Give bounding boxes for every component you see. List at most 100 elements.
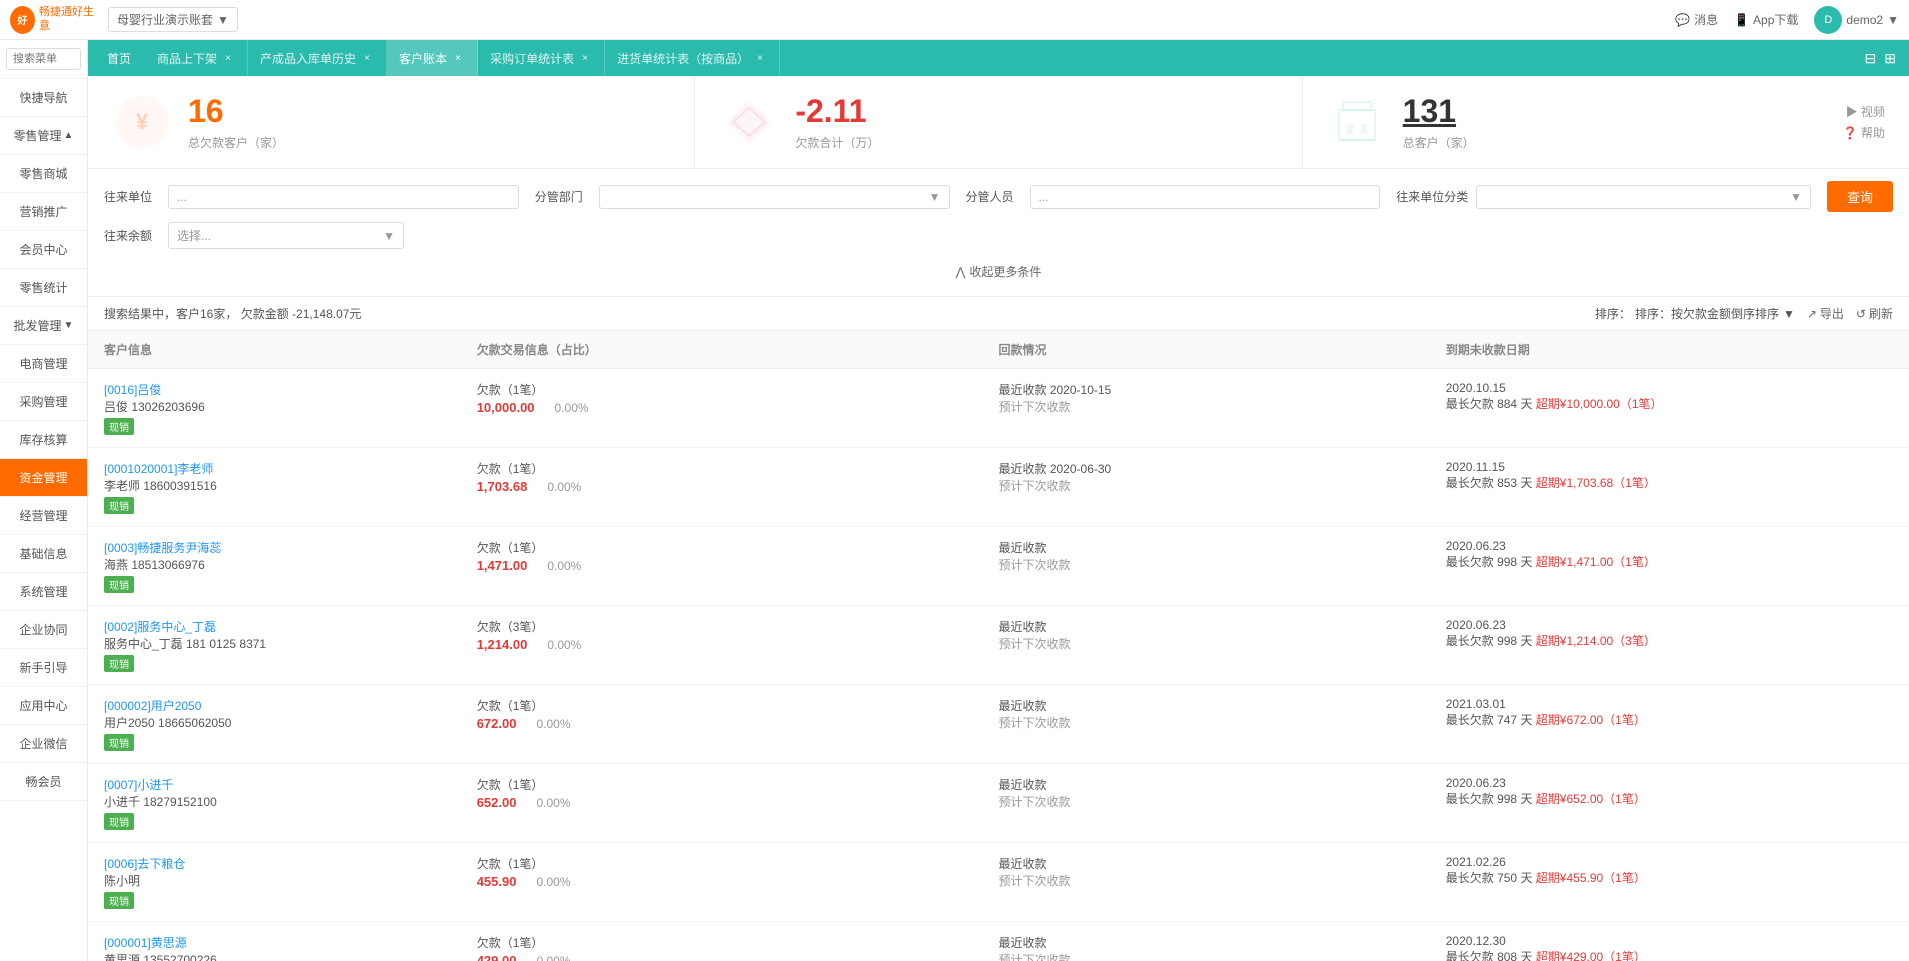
message-btn[interactable]: 💬 消息 [1675,11,1718,28]
customer-tag-6: 现销 [104,892,134,909]
app-logo: 好 畅捷通好生意 [10,6,98,34]
tab-product-history[interactable]: 产成品入库单历史 × [248,40,387,76]
customer-tag-0: 现销 [104,418,134,435]
sidebar-item-retail-mgmt[interactable]: 零售管理 ▲ [0,117,87,155]
sidebar-item-system[interactable]: 系统管理 [0,573,87,611]
due-days-1: 最长欠款 853 天 [1446,476,1533,490]
debt-percent-6: 0.00% [536,875,570,889]
sidebar-item-enterprise[interactable]: 企业协同 [0,611,87,649]
recovery-next-6: 预计下次收款 [999,872,1446,889]
tab-close-purchase-order[interactable]: × [578,51,592,65]
customer-code-link-6[interactable]: [0006]去下粮仓 [104,857,185,871]
debt-amount-4[interactable]: 672.00 [477,716,517,731]
filter-row-2: 往来余额 选择... ▼ [104,222,1893,249]
due-date-6: 2021.02.26 [1446,855,1893,869]
due-date-4: 2021.03.01 [1446,697,1893,711]
sidebar-item-retail-mall[interactable]: 零售商城 [0,155,87,193]
tab-close-product-history[interactable]: × [360,51,374,65]
owed-customers-label: 总欠款客户（家） [188,134,284,151]
recovery-next-0: 预计下次收款 [999,398,1446,415]
tab-purchase-order[interactable]: 采购订单统计表 × [478,40,605,76]
sidebar-item-inventory[interactable]: 库存核算 [0,421,87,459]
due-days-3: 最长欠款 998 天 [1446,634,1533,648]
debt-amount-6[interactable]: 455.90 [477,874,517,889]
debt-amount-5[interactable]: 652.00 [477,795,517,810]
customer-code-link-7[interactable]: [000001]黄思源 [104,936,187,950]
collapse-icon: ⋀ [956,265,966,279]
sidebar-item-finance[interactable]: 资金管理 [0,459,87,497]
sidebar-item-ecommerce[interactable]: 电商管理 [0,345,87,383]
customer-code-link-4[interactable]: [000002]用户2050 [104,699,201,713]
recovery-date-3: 最近收款 [999,618,1446,635]
app-download-btn[interactable]: 📱 App下载 [1734,11,1798,28]
due-days-5: 最长欠款 998 天 [1446,792,1533,806]
due-date-2: 2020.06.23 [1446,539,1893,553]
tab-close-product-off[interactable]: × [221,51,235,65]
debt-amount-1[interactable]: 1,703.68 [477,479,528,494]
app-name: 畅捷通好生意 [39,6,98,32]
due-overdue-link-2[interactable]: 超期¥1,471.00（1笔） [1536,555,1656,569]
sidebar-item-newbie[interactable]: 新手引导 [0,649,87,687]
customer-code-link-0[interactable]: [0016]吕俊 [104,383,161,397]
sidebar-item-purchase[interactable]: 采购管理 [0,383,87,421]
customer-code-link-3[interactable]: [0002]服务中心_丁磊 [104,620,216,634]
due-date-3: 2020.06.23 [1446,618,1893,632]
user-menu[interactable]: D demo2 ▼ [1814,6,1899,34]
sidebar-item-retail-stat[interactable]: 零售统计 [0,269,87,307]
help-btn[interactable]: ❓ 帮助 [1843,124,1885,141]
unit-category-select[interactable]: ▼ [1476,185,1811,209]
due-overdue-link-1[interactable]: 超期¥1,703.68（1笔） [1536,476,1656,490]
manager-input[interactable]: ... [1030,185,1381,209]
tab-close-inbound-stat[interactable]: × [753,51,767,65]
tab-customer-account[interactable]: 客户账本 × [387,40,478,76]
customer-name-7: 黄思源 13552700226 [104,951,477,961]
debt-amount-0[interactable]: 10,000.00 [477,400,535,415]
recovery-date-7: 最近收款 [999,934,1446,951]
svg-text:¥: ¥ [136,109,149,134]
debt-amount-3[interactable]: 1,214.00 [477,637,528,652]
due-overdue-link-7[interactable]: 超期¥429.00（1笔） [1536,950,1646,961]
tabs-minimize[interactable]: ⊟ [1865,50,1877,67]
sidebar-item-wx-work[interactable]: 企业微信 [0,725,87,763]
sidebar-item-operations[interactable]: 经营管理 [0,497,87,535]
recovery-next-4: 预计下次收款 [999,714,1446,731]
debt-amount-7[interactable]: 429.00 [477,953,517,961]
sidebar-item-vip[interactable]: 畅会员 [0,763,87,801]
customer-code-link-1[interactable]: [0001020001]李老师 [104,462,213,476]
due-overdue-link-0[interactable]: 超期¥10,000.00（1笔） [1536,397,1663,411]
chevron-down-icon: ▼ [383,229,395,243]
sidebar-item-quick-nav[interactable]: 快捷导航 [0,79,87,117]
tab-close-customer-account[interactable]: × [451,51,465,65]
refresh-btn[interactable]: ↺ 刷新 [1856,305,1893,322]
sort-selector[interactable]: 排序： 排序：按欠款金额倒序排序 ▼ [1595,305,1795,322]
tab-product-off[interactable]: 商品上下架 × [145,40,248,76]
export-btn[interactable]: ↗ 导出 [1807,305,1844,322]
query-button[interactable]: 查询 [1827,181,1893,212]
dept-select[interactable]: ▼ [599,185,950,209]
search-input[interactable] [6,48,81,70]
sidebar-item-batch-mgmt[interactable]: 批发管理 ▼ [0,307,87,345]
debt-amount-2[interactable]: 1,471.00 [477,558,528,573]
sidebar-item-apps[interactable]: 应用中心 [0,687,87,725]
debt-info-3: 欠款（3笔） 1,214.00 0.00% [477,618,999,654]
customer-code-link-2[interactable]: [0003]畅捷服务尹海蕊 [104,541,221,555]
sidebar-item-basic-info[interactable]: 基础信息 [0,535,87,573]
tab-inbound-stat[interactable]: 进货单统计表（按商品） × [605,40,780,76]
from-unit-input[interactable]: ... [168,185,519,209]
sidebar-item-marketing[interactable]: 营销推广 [0,193,87,231]
due-overdue-link-6[interactable]: 超期¥455.90（1笔） [1536,871,1646,885]
tabs-maximize[interactable]: ⊞ [1884,50,1896,67]
due-overdue-link-5[interactable]: 超期¥652.00（1笔） [1536,792,1646,806]
recovery-6: 最近收款 预计下次收款 [999,855,1446,889]
tab-home[interactable]: 首页 [93,50,145,67]
balance-select[interactable]: 选择... ▼ [168,222,404,249]
sidebar-item-member[interactable]: 会员中心 [0,231,87,269]
recovery-next-3: 预计下次收款 [999,635,1446,652]
industry-selector[interactable]: 母婴行业演示账套 ▼ [108,7,238,32]
video-btn[interactable]: ▶ 视频 [1846,103,1885,120]
customer-code-link-5[interactable]: [0007]小进千 [104,778,173,792]
collapse-btn[interactable]: ⋀ 收起更多条件 [956,263,1042,280]
due-overdue-link-4[interactable]: 超期¥672.00（1笔） [1536,713,1646,727]
due-overdue-link-3[interactable]: 超期¥1,214.00（3笔） [1536,634,1656,648]
filter-dept: 分管部门 ▼ [535,185,950,209]
